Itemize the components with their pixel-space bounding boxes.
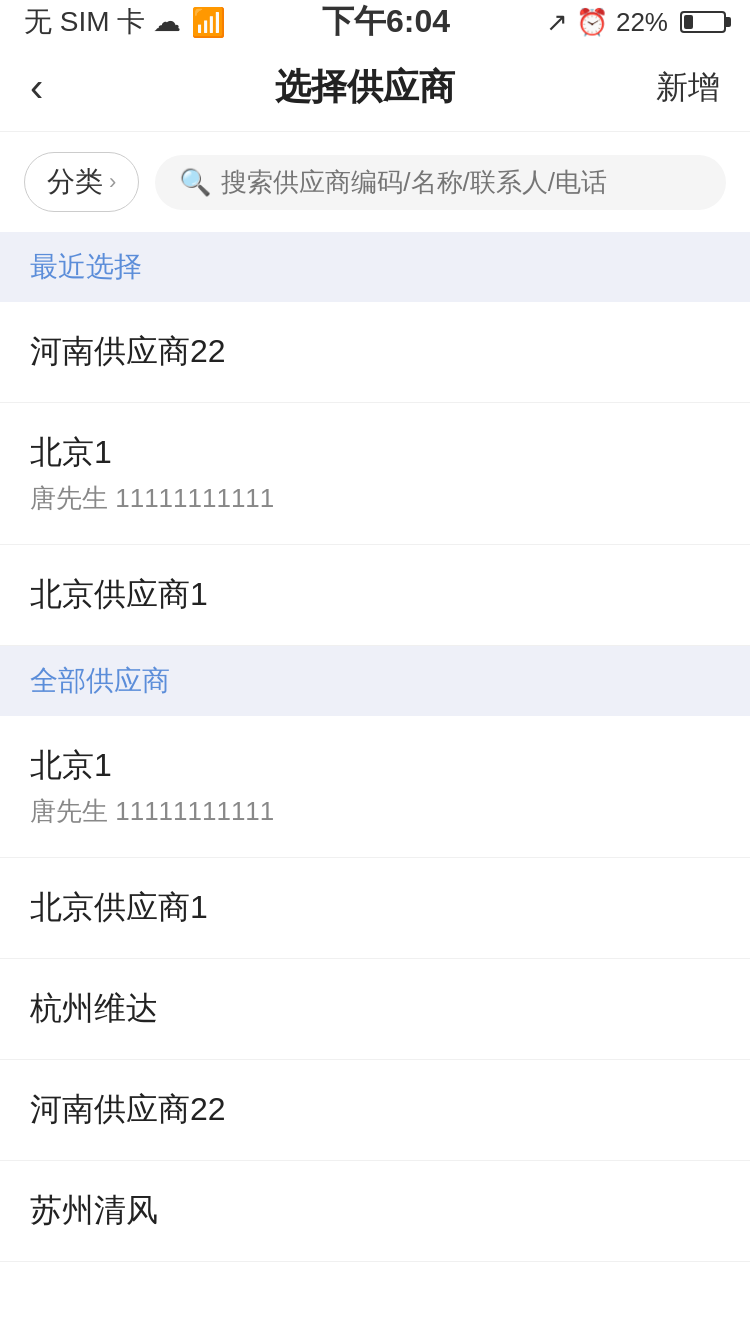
item-name: 北京1: [30, 744, 720, 788]
recent-list: 河南供应商22 北京1 唐先生 11111111111 北京供应商1: [0, 302, 750, 646]
list-item[interactable]: 北京供应商1: [0, 858, 750, 959]
chevron-right-icon: ›: [109, 169, 116, 195]
search-input[interactable]: [221, 167, 702, 198]
list-item[interactable]: 河南供应商22: [0, 302, 750, 403]
item-name: 河南供应商22: [30, 330, 720, 374]
status-left: 无 SIM 卡 ☁ 📶: [24, 3, 226, 41]
category-button[interactable]: 分类 ›: [24, 152, 139, 212]
list-item[interactable]: 河南供应商22: [0, 1060, 750, 1161]
alarm-icon: ⏰: [576, 7, 608, 38]
status-time: 下午6:04: [322, 0, 450, 44]
list-item[interactable]: 北京1 唐先生 11111111111: [0, 403, 750, 545]
status-bar: 无 SIM 卡 ☁ 📶 下午6:04 ↗ ⏰ 22%: [0, 0, 750, 44]
nav-bar: ‹ 选择供应商 新增: [0, 44, 750, 132]
add-button[interactable]: 新增: [640, 66, 720, 110]
page-title: 选择供应商: [90, 63, 640, 112]
item-name: 苏州清风: [30, 1189, 720, 1233]
all-section-header: 全部供应商: [0, 646, 750, 716]
sim-text: 无 SIM 卡 ☁: [24, 3, 181, 41]
item-name: 北京1: [30, 431, 720, 475]
location-icon: ↗: [546, 7, 568, 38]
item-name: 杭州维达: [30, 987, 720, 1031]
item-name: 北京供应商1: [30, 886, 720, 930]
back-button[interactable]: ‹: [30, 65, 90, 110]
category-label: 分类: [47, 163, 103, 201]
item-sub: 唐先生 11111111111: [30, 481, 720, 516]
search-box: 🔍: [155, 155, 726, 210]
item-name: 河南供应商22: [30, 1088, 720, 1132]
recent-section-label: 最近选择: [30, 251, 142, 282]
all-section-label: 全部供应商: [30, 665, 170, 696]
all-list: 北京1 唐先生 11111111111 北京供应商1 杭州维达 河南供应商22 …: [0, 716, 750, 1262]
battery-percent: 22%: [616, 7, 668, 38]
list-item[interactable]: 北京1 唐先生 11111111111: [0, 716, 750, 858]
battery-icon: [680, 11, 726, 33]
list-item[interactable]: 北京供应商1: [0, 545, 750, 646]
item-sub: 唐先生 11111111111: [30, 794, 720, 829]
list-item[interactable]: 杭州维达: [0, 959, 750, 1060]
status-right: ↗ ⏰ 22%: [546, 7, 726, 38]
wifi-icon: 📶: [191, 6, 226, 39]
recent-section-header: 最近选择: [0, 232, 750, 302]
search-icon: 🔍: [179, 167, 211, 198]
search-row: 分类 › 🔍: [0, 132, 750, 232]
item-name: 北京供应商1: [30, 573, 720, 617]
list-item[interactable]: 苏州清风: [0, 1161, 750, 1262]
